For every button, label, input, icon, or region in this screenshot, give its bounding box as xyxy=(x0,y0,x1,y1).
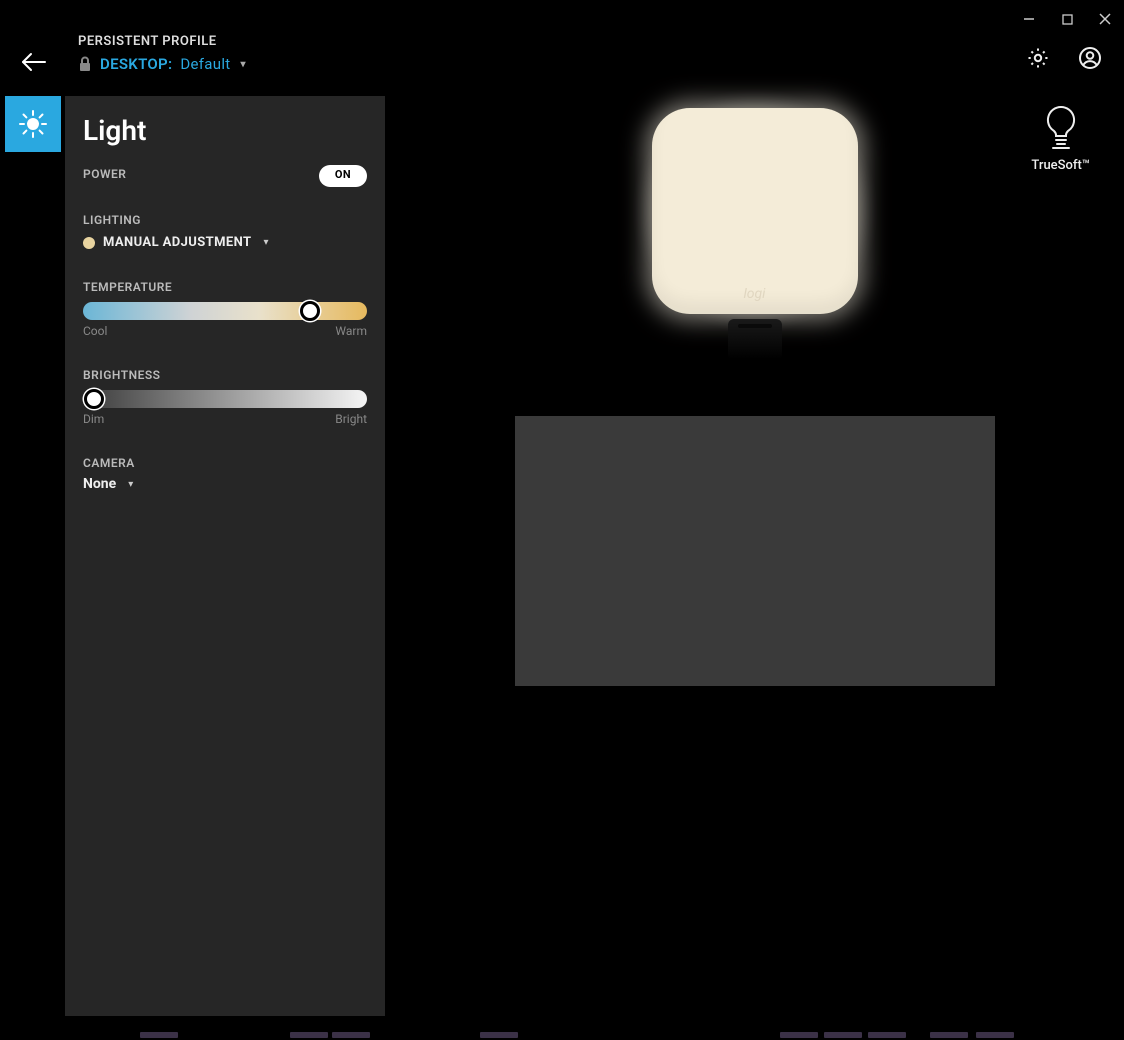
brightness-slider[interactable] xyxy=(83,390,367,408)
mode-color-dot xyxy=(83,237,95,249)
lock-icon xyxy=(78,56,92,72)
temperature-right-label: Warm xyxy=(335,324,367,338)
temperature-slider[interactable] xyxy=(83,302,367,320)
lighting-mode-value: MANUAL ADJUSTMENT xyxy=(103,235,251,250)
camera-selected: None xyxy=(83,476,116,492)
power-toggle[interactable]: ON xyxy=(319,165,367,187)
brightness-thumb[interactable] xyxy=(84,389,104,409)
device-brand: logi xyxy=(744,286,766,302)
persistent-profile-label: PERSISTENT PROFILE xyxy=(78,34,246,49)
light-settings-panel: Light POWER ON LIGHTING MANUAL ADJUSTMEN… xyxy=(65,96,385,1016)
power-label: POWER xyxy=(83,167,126,181)
chevron-down-icon: ▾ xyxy=(128,479,133,490)
temperature-label: TEMPERATURE xyxy=(83,280,367,294)
desktop-label: DESKTOP: xyxy=(100,55,172,73)
lighting-label: LIGHTING xyxy=(83,213,367,227)
account-button[interactable] xyxy=(1076,44,1104,72)
chevron-down-icon: ▾ xyxy=(240,59,245,70)
temperature-left-label: Cool xyxy=(83,324,107,338)
settings-button[interactable] xyxy=(1024,44,1052,72)
camera-label: CAMERA xyxy=(83,456,367,470)
brightness-right-label: Bright xyxy=(335,412,367,426)
bulb-icon xyxy=(1042,104,1080,152)
truesoft-label: TrueSoft™ xyxy=(1031,158,1090,173)
camera-preview-placeholder xyxy=(515,416,995,686)
minimize-button[interactable] xyxy=(1018,8,1040,30)
truesoft-indicator: TrueSoft™ xyxy=(1031,104,1090,173)
profile-name: Default xyxy=(180,55,230,73)
temperature-thumb[interactable] xyxy=(300,301,320,321)
panel-title: Light xyxy=(83,114,367,147)
chevron-down-icon: ▾ xyxy=(263,237,268,248)
maximize-button[interactable] xyxy=(1056,8,1078,30)
preview-area: TrueSoft™ logi xyxy=(385,96,1124,1016)
back-button[interactable] xyxy=(20,48,48,76)
brightness-left-label: Dim xyxy=(83,412,104,426)
close-button[interactable] xyxy=(1094,8,1116,30)
power-state: ON xyxy=(319,168,367,181)
profile-selector[interactable]: DESKTOP: Default ▾ xyxy=(78,55,246,73)
lighting-mode-selector[interactable]: MANUAL ADJUSTMENT ▾ xyxy=(83,235,367,250)
bottom-bar xyxy=(0,1016,1124,1038)
camera-selector[interactable]: None ▾ xyxy=(83,476,367,492)
light-tab[interactable] xyxy=(5,96,61,152)
device-image: logi xyxy=(640,96,870,371)
brightness-label: BRIGHTNESS xyxy=(83,368,367,382)
